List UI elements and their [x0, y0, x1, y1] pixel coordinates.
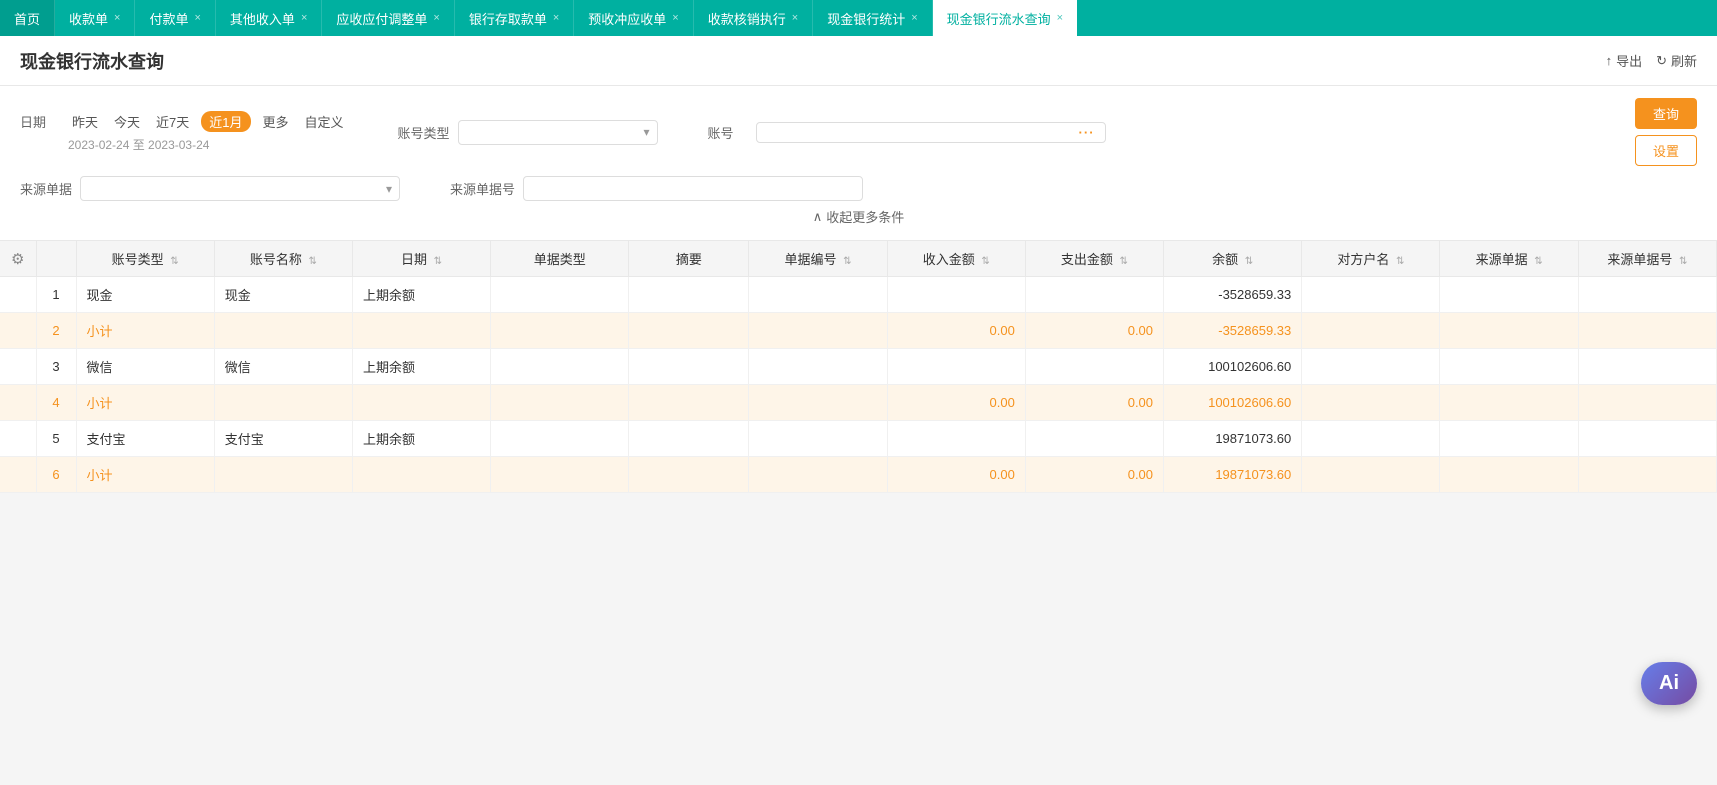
- col-summary: 摘要: [629, 241, 749, 277]
- date-opt-today[interactable]: 今天: [110, 111, 144, 132]
- header-actions: ↑ 导出 ↻ 刷新: [1606, 51, 1697, 70]
- col-expense[interactable]: 支出金额 ⇅: [1025, 241, 1163, 277]
- col-source-doc-no[interactable]: 来源单据号 ⇅: [1578, 241, 1716, 277]
- refresh-icon: ↻: [1656, 53, 1667, 69]
- nav-item-receipt[interactable]: 收款单×: [55, 0, 135, 36]
- sort-icon-date: ⇅: [434, 256, 442, 267]
- account-type-select-wrapper: [458, 120, 658, 145]
- sort-icon-expense: ⇅: [1120, 256, 1128, 267]
- nav-close-collection-exec[interactable]: ×: [792, 12, 798, 24]
- table-row: 5支付宝支付宝上期余额19871073.60: [0, 421, 1717, 457]
- nav-item-prepay-offset[interactable]: 预收冲应收单×: [574, 0, 693, 36]
- sort-icon-source-doc-no: ⇅: [1679, 256, 1687, 267]
- table-header: ⚙ 账号类型 ⇅ 账号名称 ⇅ 日期 ⇅ 单据类型 摘要 单据编号 ⇅ 收入金额…: [0, 241, 1717, 277]
- sort-icon-income: ⇅: [981, 256, 989, 267]
- col-doc-no[interactable]: 单据编号 ⇅: [749, 241, 887, 277]
- filter-row-1: 日期 昨天 今天 近7天 近1月 更多 自定义 2023-02-24 至 202…: [20, 98, 1697, 166]
- nav-close-other-income[interactable]: ×: [301, 12, 307, 24]
- date-range: 2023-02-24 至 2023-03-24: [68, 136, 348, 153]
- nav-close-receipt[interactable]: ×: [114, 12, 120, 24]
- nav-close-payment[interactable]: ×: [194, 12, 200, 24]
- col-idx: [36, 241, 76, 277]
- export-icon: ↑: [1606, 53, 1613, 68]
- date-opt-more[interactable]: 更多: [259, 111, 293, 132]
- nav-item-payment[interactable]: 付款单×: [135, 0, 215, 36]
- action-buttons: 查询 设置: [1635, 98, 1697, 166]
- table-row: 1现金现金上期余额-3528659.33: [0, 277, 1717, 313]
- table-row: 3微信微信上期余额100102606.60: [0, 349, 1717, 385]
- sort-icon-balance: ⇅: [1245, 256, 1253, 267]
- nav-item-home[interactable]: 首页: [0, 0, 55, 36]
- source-doc-no-input[interactable]: [523, 176, 863, 201]
- col-account-type[interactable]: 账号类型 ⇅: [76, 241, 214, 277]
- col-doc-type: 单据类型: [491, 241, 629, 277]
- table-row: 4小计0.000.00100102606.60: [0, 385, 1717, 421]
- nav-close-cash-bank-stat[interactable]: ×: [911, 12, 917, 24]
- collapse-button[interactable]: ∧ 收起更多条件: [813, 207, 905, 226]
- col-income[interactable]: 收入金额 ⇅: [887, 241, 1025, 277]
- nav-item-cash-bank-stat[interactable]: 现金银行统计×: [813, 0, 932, 36]
- col-balance[interactable]: 余额 ⇅: [1164, 241, 1302, 277]
- date-opt-1month[interactable]: 近1月: [201, 111, 250, 132]
- page-title: 现金银行流水查询: [20, 48, 164, 74]
- filter-row-2: 来源单据 来源单据号: [20, 176, 1697, 201]
- filter-area: 日期 昨天 今天 近7天 近1月 更多 自定义 2023-02-24 至 202…: [0, 86, 1717, 241]
- nav-close-prepay-offset[interactable]: ×: [672, 12, 678, 24]
- sort-icon-doc-no: ⇅: [843, 256, 851, 267]
- account-type-group: 账号类型: [398, 120, 658, 145]
- source-doc-select-wrapper: [80, 176, 400, 201]
- col-account-name[interactable]: 账号名称 ⇅: [214, 241, 352, 277]
- col-counterpart[interactable]: 对方户名 ⇅: [1302, 241, 1440, 277]
- account-group: 账号 ···: [708, 122, 1106, 143]
- table-wrapper: ⚙ 账号类型 ⇅ 账号名称 ⇅ 日期 ⇅ 单据类型 摘要 单据编号 ⇅ 收入金额…: [0, 241, 1717, 493]
- table-row: 6小计0.000.0019871073.60: [0, 457, 1717, 493]
- account-type-select[interactable]: [458, 120, 658, 145]
- top-nav: 首页收款单×付款单×其他收入单×应收应付调整单×银行存取款单×预收冲应收单×收款…: [0, 0, 1717, 36]
- source-doc-group: 来源单据: [20, 176, 400, 201]
- nav-item-other-income[interactable]: 其他收入单×: [216, 0, 322, 36]
- sort-icon-account-type: ⇅: [170, 256, 178, 267]
- nav-item-ar-adjust[interactable]: 应收应付调整单×: [322, 0, 454, 36]
- date-filter-group: 日期 昨天 今天 近7天 近1月 更多 自定义 2023-02-24 至 202…: [20, 111, 348, 153]
- ai-badge[interactable]: Ai: [1641, 662, 1697, 705]
- source-doc-no-label: 来源单据号: [450, 179, 515, 198]
- source-doc-select[interactable]: [80, 176, 400, 201]
- nav-close-ar-adjust[interactable]: ×: [433, 12, 439, 24]
- account-label: 账号: [708, 123, 748, 142]
- date-opt-yesterday[interactable]: 昨天: [68, 111, 102, 132]
- account-ellipsis-btn[interactable]: ···: [1075, 125, 1099, 140]
- account-input[interactable]: [763, 125, 1075, 140]
- sort-icon-account-name: ⇅: [308, 256, 316, 267]
- sort-icon-counterpart: ⇅: [1396, 256, 1404, 267]
- col-source-doc[interactable]: 来源单据 ⇅: [1440, 241, 1578, 277]
- date-options: 昨天 今天 近7天 近1月 更多 自定义: [68, 111, 348, 132]
- source-doc-label: 来源单据: [20, 179, 72, 198]
- date-opt-7days[interactable]: 近7天: [152, 111, 193, 132]
- account-input-wrapper[interactable]: ···: [756, 122, 1106, 143]
- page-header: 现金银行流水查询 ↑ 导出 ↻ 刷新: [0, 36, 1717, 86]
- nav-close-bank-deposit[interactable]: ×: [553, 12, 559, 24]
- col-date[interactable]: 日期 ⇅: [352, 241, 490, 277]
- export-button[interactable]: ↑ 导出: [1606, 51, 1643, 70]
- account-type-label: 账号类型: [398, 123, 450, 142]
- date-opt-custom[interactable]: 自定义: [301, 111, 348, 132]
- table-body: 1现金现金上期余额-3528659.332小计0.000.00-3528659.…: [0, 277, 1717, 493]
- nav-item-collection-exec[interactable]: 收款核销执行×: [694, 0, 813, 36]
- settings-button[interactable]: 设置: [1635, 135, 1697, 166]
- collapse-row: ∧ 收起更多条件: [20, 201, 1697, 228]
- date-label: 日期: [20, 112, 60, 131]
- nav-item-bank-deposit[interactable]: 银行存取款单×: [455, 0, 574, 36]
- source-doc-no-group: 来源单据号: [450, 176, 863, 201]
- query-button[interactable]: 查询: [1635, 98, 1697, 129]
- col-settings: ⚙: [0, 241, 36, 277]
- refresh-button[interactable]: ↻ 刷新: [1656, 51, 1697, 70]
- chevron-up-icon: ∧: [813, 209, 823, 225]
- sort-icon-source-doc: ⇅: [1534, 256, 1542, 267]
- data-table: ⚙ 账号类型 ⇅ 账号名称 ⇅ 日期 ⇅ 单据类型 摘要 单据编号 ⇅ 收入金额…: [0, 241, 1717, 493]
- table-settings-icon[interactable]: ⚙: [11, 251, 24, 268]
- nav-close-cash-bank-flow[interactable]: ×: [1057, 12, 1063, 24]
- table-row: 2小计0.000.00-3528659.33: [0, 313, 1717, 349]
- nav-item-cash-bank-flow[interactable]: 现金银行流水查询×: [933, 0, 1077, 36]
